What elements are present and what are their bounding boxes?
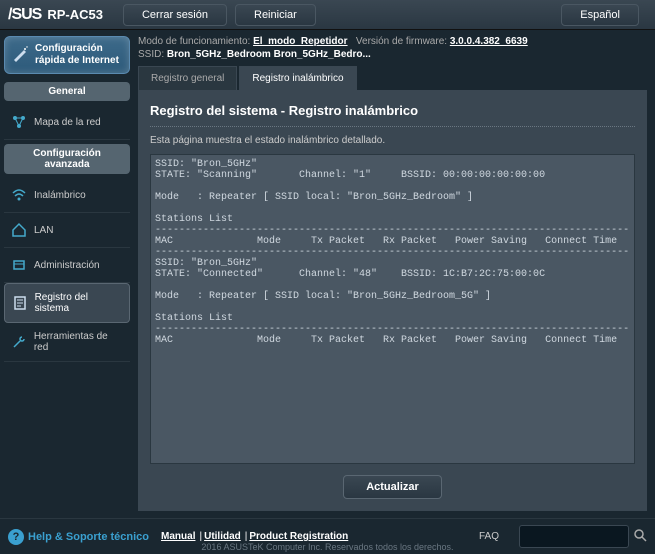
tab-general-log[interactable]: Registro general — [138, 66, 237, 90]
model-name: RP-AC53 — [47, 7, 103, 22]
tools-icon — [10, 333, 28, 351]
ssid-value: Bron_5GHz_Bedroom Bron_5GHz_Bedro... — [167, 49, 371, 60]
manual-link[interactable]: Manual — [161, 531, 195, 542]
wifi-icon — [10, 186, 28, 204]
wireless-log-textarea[interactable] — [150, 154, 635, 464]
info-mode-firmware: Modo de funcionamiento: El_modo_Repetido… — [138, 36, 647, 47]
operation-mode-link[interactable]: El_modo_Repetidor — [253, 36, 347, 47]
nav-lan[interactable]: LAN — [4, 213, 130, 248]
network-map-icon — [10, 113, 28, 131]
log-icon — [11, 294, 29, 312]
quick-internet-setup[interactable]: Configuración rápida de Internet — [4, 36, 130, 74]
nav-network-map[interactable]: Mapa de la red — [4, 105, 130, 140]
nav-network-tools[interactable]: Herramientas de red — [4, 323, 130, 362]
logout-button[interactable]: Cerrar sesión — [123, 4, 227, 26]
refresh-button[interactable]: Actualizar — [343, 475, 442, 499]
nav-wireless[interactable]: Inalámbrico — [4, 178, 130, 213]
content-area: Modo de funcionamiento: El_modo_Repetido… — [134, 30, 655, 518]
quick-setup-label: Configuración rápida de Internet — [35, 43, 123, 67]
tab-wireless-log[interactable]: Registro inalámbrico — [239, 66, 356, 90]
language-selector[interactable]: Español — [561, 4, 639, 26]
nav-label: LAN — [34, 225, 53, 236]
nav-administration[interactable]: Administración — [4, 248, 130, 283]
sidebar: Configuración rápida de Internet General… — [0, 30, 134, 518]
copyright-text: 2016 ASUSTeK Computer Inc. Reservados to… — [0, 542, 655, 552]
nav-label: Administración — [34, 260, 100, 271]
log-panel: Registro del sistema - Registro inalámbr… — [138, 91, 647, 511]
tabs: Registro general Registro inalámbrico — [138, 66, 647, 91]
faq-link[interactable]: FAQ — [479, 531, 499, 542]
nav-label: Inalámbrico — [34, 190, 86, 201]
header-bar: /SUS RP-AC53 Cerrar sesión Reiniciar Esp… — [0, 0, 655, 30]
panel-description: Esta página muestra el estado inalámbric… — [150, 135, 635, 146]
nav-label: Mapa de la red — [34, 117, 101, 128]
nav-label: Registro del sistema — [35, 292, 123, 314]
utility-link[interactable]: Utilidad — [204, 531, 241, 542]
firmware-version-link[interactable]: 3.0.0.4.382_6639 — [450, 36, 528, 47]
section-advanced: Configuración avanzada — [4, 144, 130, 174]
brand-logo: /SUS — [8, 6, 41, 24]
nav-system-log[interactable]: Registro del sistema — [4, 283, 130, 323]
nav-label: Herramientas de red — [34, 331, 124, 353]
info-ssid: SSID: Bron_5GHz_Bedroom Bron_5GHz_Bedro.… — [138, 49, 647, 60]
home-icon — [10, 221, 28, 239]
wand-icon — [11, 45, 29, 66]
reboot-button[interactable]: Reiniciar — [235, 4, 316, 26]
panel-title: Registro del sistema - Registro inalámbr… — [150, 103, 635, 127]
section-general: General — [4, 82, 130, 101]
admin-icon — [10, 256, 28, 274]
product-registration-link[interactable]: Product Registration — [249, 531, 348, 542]
